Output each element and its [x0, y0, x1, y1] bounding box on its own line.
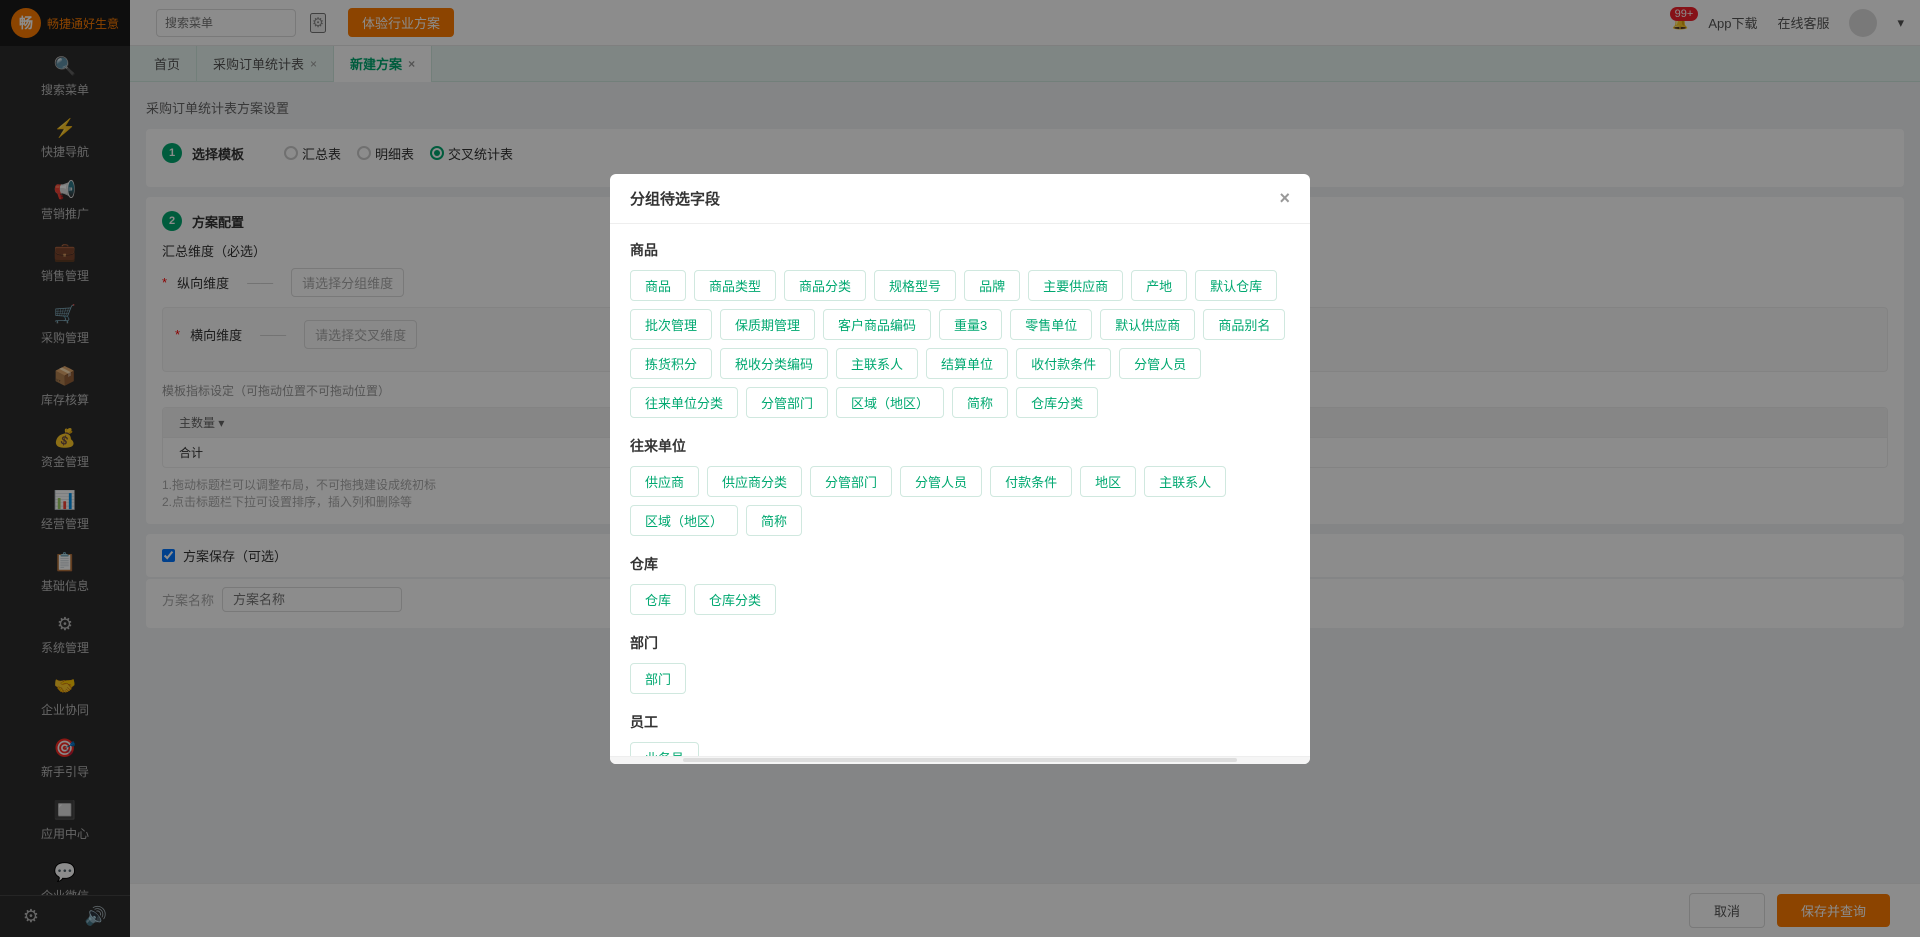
field-group-title-4: 员工: [630, 712, 1290, 732]
field-group-title-1: 往来单位: [630, 436, 1290, 456]
modal-title: 分组待选字段: [630, 188, 720, 209]
field-chip-0-17[interactable]: 主联系人: [836, 348, 918, 379]
field-chip-1-6[interactable]: 主联系人: [1144, 466, 1226, 497]
field-chip-0-13[interactable]: 默认供应商: [1100, 309, 1195, 340]
modal-horizontal-scrollbar[interactable]: [610, 756, 1310, 764]
field-chip-0-11[interactable]: 重量3: [939, 309, 1002, 340]
field-group-3: 部门部门: [630, 633, 1290, 694]
field-group-title-3: 部门: [630, 633, 1290, 653]
field-group-title-2: 仓库: [630, 554, 1290, 574]
field-chip-0-10[interactable]: 客户商品编码: [823, 309, 931, 340]
modal-body[interactable]: 商品商品商品类型商品分类规格型号品牌主要供应商产地默认仓库批次管理保质期管理客户…: [610, 224, 1310, 756]
field-chips-2: 仓库仓库分类: [630, 584, 1290, 615]
field-chip-1-8[interactable]: 简称: [746, 505, 802, 536]
field-chip-3-0[interactable]: 部门: [630, 663, 686, 694]
modal-backdrop: 分组待选字段 × 商品商品商品类型商品分类规格型号品牌主要供应商产地默认仓库批次…: [0, 0, 1920, 937]
field-chip-0-7[interactable]: 默认仓库: [1195, 270, 1277, 301]
field-chip-0-0[interactable]: 商品: [630, 270, 686, 301]
field-group-1: 往来单位供应商供应商分类分管部门分管人员付款条件地区主联系人区域（地区） 简称: [630, 436, 1290, 536]
field-chip-1-5[interactable]: 地区: [1080, 466, 1136, 497]
field-chip-0-9[interactable]: 保质期管理: [720, 309, 815, 340]
field-chip-0-5[interactable]: 主要供应商: [1028, 270, 1123, 301]
field-chips-3: 部门: [630, 663, 1290, 694]
field-chip-0-22[interactable]: 分管部门: [746, 387, 828, 418]
field-chip-0-19[interactable]: 收付款条件: [1016, 348, 1111, 379]
field-group-0: 商品商品商品类型商品分类规格型号品牌主要供应商产地默认仓库批次管理保质期管理客户…: [630, 240, 1290, 418]
field-chip-0-15[interactable]: 拣货积分: [630, 348, 712, 379]
modal-header: 分组待选字段 ×: [610, 174, 1310, 224]
field-group-2: 仓库仓库仓库分类: [630, 554, 1290, 615]
field-chip-0-18[interactable]: 结算单位: [926, 348, 1008, 379]
field-chip-2-1[interactable]: 仓库分类: [694, 584, 776, 615]
modal-dialog: 分组待选字段 × 商品商品商品类型商品分类规格型号品牌主要供应商产地默认仓库批次…: [610, 174, 1310, 764]
field-chip-0-12[interactable]: 零售单位: [1010, 309, 1092, 340]
field-chip-0-20[interactable]: 分管人员: [1119, 348, 1201, 379]
field-chip-0-6[interactable]: 产地: [1131, 270, 1187, 301]
field-chip-0-2[interactable]: 商品分类: [784, 270, 866, 301]
field-chip-1-2[interactable]: 分管部门: [810, 466, 892, 497]
field-chip-4-0[interactable]: 业务员: [630, 742, 699, 756]
field-chip-0-24[interactable]: 简称: [952, 387, 1008, 418]
field-chip-0-1[interactable]: 商品类型: [694, 270, 776, 301]
field-chip-1-4[interactable]: 付款条件: [990, 466, 1072, 497]
field-chip-1-0[interactable]: 供应商: [630, 466, 699, 497]
field-group-title-0: 商品: [630, 240, 1290, 260]
field-chip-0-8[interactable]: 批次管理: [630, 309, 712, 340]
field-chip-0-25[interactable]: 仓库分类: [1016, 387, 1098, 418]
field-chip-1-7[interactable]: 区域（地区）: [630, 505, 738, 536]
field-chip-0-16[interactable]: 税收分类编码: [720, 348, 828, 379]
field-chip-0-14[interactable]: 商品别名: [1203, 309, 1285, 340]
field-chips-0: 商品商品类型商品分类规格型号品牌主要供应商产地默认仓库批次管理保质期管理客户商品…: [630, 270, 1290, 418]
field-chip-1-3[interactable]: 分管人员: [900, 466, 982, 497]
field-chip-0-3[interactable]: 规格型号: [874, 270, 956, 301]
field-chip-0-21[interactable]: 往来单位分类: [630, 387, 738, 418]
field-chip-1-1[interactable]: 供应商分类: [707, 466, 802, 497]
field-chip-0-23[interactable]: 区域（地区）: [836, 387, 944, 418]
field-chips-4: 业务员: [630, 742, 1290, 756]
modal-hscroll-thumb: [683, 758, 1237, 762]
field-chips-1: 供应商供应商分类分管部门分管人员付款条件地区主联系人区域（地区） 简称: [630, 466, 1290, 536]
modal-close-button[interactable]: ×: [1279, 188, 1290, 209]
field-chip-0-4[interactable]: 品牌: [964, 270, 1020, 301]
field-chip-2-0[interactable]: 仓库: [630, 584, 686, 615]
field-group-4: 员工业务员: [630, 712, 1290, 756]
